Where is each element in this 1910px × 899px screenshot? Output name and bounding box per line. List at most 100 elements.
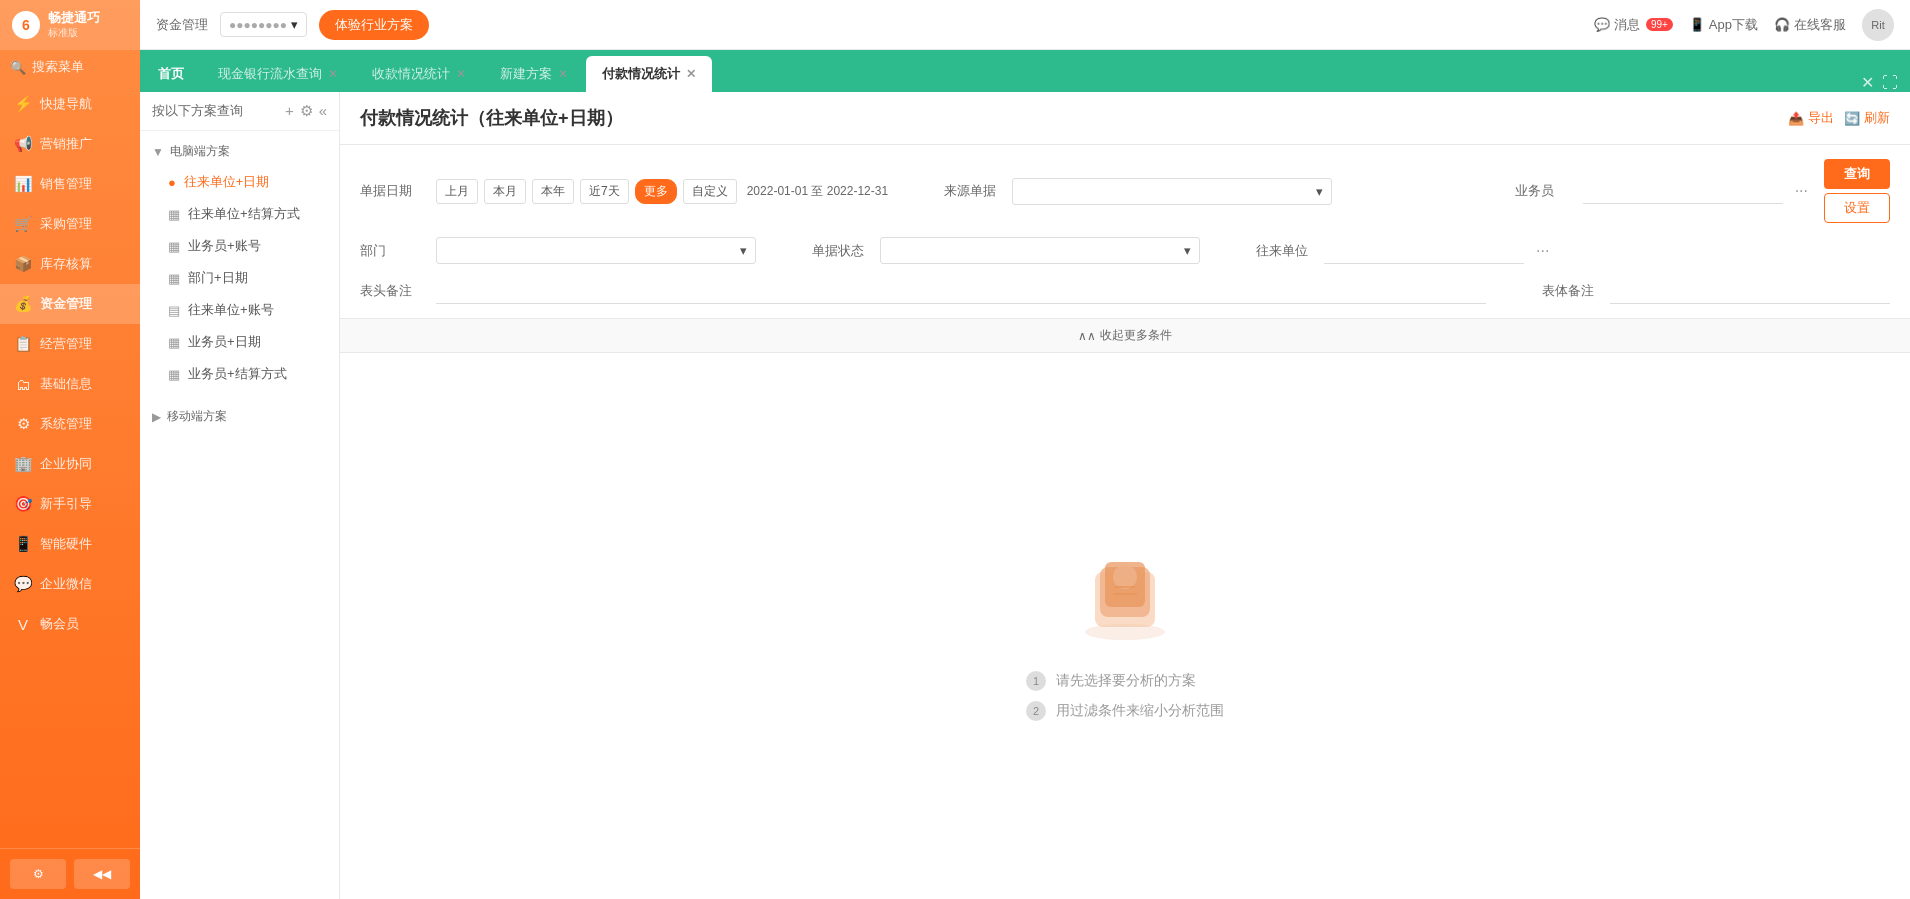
sidebar-item-weixin[interactable]: 💬 企业微信 xyxy=(0,564,140,604)
sidebar-item-inventory[interactable]: 📦 库存核算 xyxy=(0,244,140,284)
breadcrumb: 资金管理 xyxy=(156,16,208,34)
tab-new-scheme-close[interactable]: ✕ xyxy=(558,67,568,81)
tab-new-scheme[interactable]: 新建方案 ✕ xyxy=(484,56,584,92)
trial-btn[interactable]: 体验行业方案 xyxy=(319,10,429,40)
date-opt-7days[interactable]: 近7天 xyxy=(580,179,629,204)
partner-dots-icon[interactable]: ··· xyxy=(1536,242,1549,260)
scheme-item-partner-settle[interactable]: ▦ 往来单位+结算方式 xyxy=(140,198,339,230)
tab-receipt-stats-close[interactable]: ✕ xyxy=(456,67,466,81)
dept-select[interactable]: ▾ xyxy=(436,237,756,264)
sidebar-item-system[interactable]: ⚙ 系统管理 xyxy=(0,404,140,444)
sidebar-search[interactable]: 🔍 搜索菜单 xyxy=(0,50,140,84)
sidebar-item-label: 销售管理 xyxy=(40,175,92,193)
tab-home-label: 首页 xyxy=(158,65,184,83)
tab-bank-flow[interactable]: 现金银行流水查询 ✕ xyxy=(202,56,354,92)
sidebar-item-guide[interactable]: 🎯 新手引导 xyxy=(0,484,140,524)
tab-payment-stats-close[interactable]: ✕ xyxy=(686,67,696,81)
app-download-btn[interactable]: 📱 App下载 xyxy=(1689,16,1758,34)
scheme-item-salesperson-date[interactable]: ▦ 业务员+日期 xyxy=(140,326,339,358)
tab-payment-stats[interactable]: 付款情况统计 ✕ xyxy=(586,56,712,92)
scheme-label-partner-date: 往来单位+日期 xyxy=(184,173,270,191)
salesperson-label: 业务员 xyxy=(1515,182,1575,200)
left-panel-header: 按以下方案查询 + ⚙ « xyxy=(140,92,339,131)
header-note-input[interactable] xyxy=(436,278,1486,304)
body-note-input[interactable] xyxy=(1610,278,1890,304)
date-opt-this-year[interactable]: 本年 xyxy=(532,179,574,204)
date-opt-custom[interactable]: 自定义 xyxy=(683,179,737,204)
member-icon: V xyxy=(14,615,32,633)
left-panel-title: 按以下方案查询 xyxy=(152,102,243,120)
scheme-item-dept-date[interactable]: ▦ 部门+日期 xyxy=(140,262,339,294)
guide-icon: 🎯 xyxy=(14,495,32,513)
sidebar-item-label: 资金管理 xyxy=(40,295,92,313)
service-btn[interactable]: 🎧 在线客服 xyxy=(1774,16,1846,34)
sidebar-settings-btn[interactable]: ⚙ xyxy=(10,859,66,889)
scheme-icon-partner-date: ● xyxy=(168,175,176,190)
system-icon: ⚙ xyxy=(14,415,32,433)
mobile-group-title[interactable]: ▶ 移动端方案 xyxy=(140,402,339,431)
marketing-icon: 📢 xyxy=(14,135,32,153)
scheme-item-partner-account[interactable]: ▤ 往来单位+账号 xyxy=(140,294,339,326)
company-select[interactable]: ●●●●●●●● ▾ xyxy=(220,12,307,37)
quick-nav-icon: ⚡ xyxy=(14,95,32,113)
sidebar-item-operation[interactable]: 📋 经营管理 xyxy=(0,324,140,364)
date-opt-this-month[interactable]: 本月 xyxy=(484,179,526,204)
scheme-icon-partner-settle: ▦ xyxy=(168,207,180,222)
dept-dropdown-icon: ▾ xyxy=(740,243,747,258)
filter-settings-btn[interactable]: 设置 xyxy=(1824,193,1890,223)
sidebar-item-label: 企业协同 xyxy=(40,455,92,473)
scheme-item-salesperson-account[interactable]: ▦ 业务员+账号 xyxy=(140,230,339,262)
scheme-settings-btn[interactable]: ⚙ xyxy=(300,102,313,120)
sidebar-item-basic-info[interactable]: 🗂 基础信息 xyxy=(0,364,140,404)
export-label: 导出 xyxy=(1808,109,1834,127)
refresh-btn[interactable]: 🔄 刷新 xyxy=(1844,109,1890,127)
tab-close-all-icon[interactable]: ✕ xyxy=(1861,73,1874,92)
collapse-bar[interactable]: ∧∧ 收起更多条件 xyxy=(340,318,1910,353)
search-icon: 🔍 xyxy=(10,60,26,75)
basic-info-icon: 🗂 xyxy=(14,375,32,393)
tab-home[interactable]: 首页 xyxy=(142,56,200,92)
mobile-scheme-group: ▶ 移动端方案 xyxy=(140,396,339,437)
user-menu[interactable]: Rit xyxy=(1862,9,1894,41)
scheme-label-salesperson-account: 业务员+账号 xyxy=(188,237,261,255)
sidebar-item-hardware[interactable]: 📱 智能硬件 xyxy=(0,524,140,564)
partner-label: 往来单位 xyxy=(1256,242,1316,260)
scheme-item-partner-date[interactable]: ● 往来单位+日期 xyxy=(140,166,339,198)
tab-bank-flow-close[interactable]: ✕ xyxy=(328,67,338,81)
date-opt-more[interactable]: 更多 xyxy=(635,179,677,204)
message-btn[interactable]: 💬 消息 99+ xyxy=(1594,16,1673,34)
hardware-icon: 📱 xyxy=(14,535,32,553)
refresh-label: 刷新 xyxy=(1864,109,1890,127)
date-opt-last-month[interactable]: 上月 xyxy=(436,179,478,204)
export-btn[interactable]: 📤 导出 xyxy=(1788,109,1834,127)
tab-expand-icon[interactable]: ⛶ xyxy=(1882,74,1898,92)
desktop-group-title[interactable]: ▼ 电脑端方案 xyxy=(140,137,339,166)
service-label: 在线客服 xyxy=(1794,16,1846,34)
sidebar-item-sales[interactable]: 📊 销售管理 xyxy=(0,164,140,204)
sidebar-item-purchase[interactable]: 🛒 采购管理 xyxy=(0,204,140,244)
scheme-item-salesperson-settle[interactable]: ▦ 业务员+结算方式 xyxy=(140,358,339,390)
source-select[interactable]: ▾ xyxy=(1012,178,1332,205)
doc-status-select[interactable]: ▾ xyxy=(880,237,1200,264)
refresh-icon: 🔄 xyxy=(1844,111,1860,126)
sidebar-footer: ⚙ ◀◀ xyxy=(0,848,140,899)
sidebar-item-quick-nav[interactable]: ⚡ 快捷导航 xyxy=(0,84,140,124)
panel-collapse-btn[interactable]: « xyxy=(319,102,327,120)
sidebar-item-enterprise[interactable]: 🏢 企业协同 xyxy=(0,444,140,484)
tab-receipt-stats[interactable]: 收款情况统计 ✕ xyxy=(356,56,482,92)
sidebar-item-marketing[interactable]: 📢 营销推广 xyxy=(0,124,140,164)
filter-row-2: 部门 ▾ 单据状态 ▾ 往来单位 xyxy=(360,237,1890,264)
collapse-arrow-icon: ∧∧ xyxy=(1078,329,1096,343)
query-btn[interactable]: 查询 xyxy=(1824,159,1890,189)
salesperson-input[interactable] xyxy=(1583,178,1783,204)
salesperson-dots-icon[interactable]: ··· xyxy=(1795,182,1808,200)
partner-input[interactable] xyxy=(1324,238,1524,264)
sidebar-collapse-btn[interactable]: ◀◀ xyxy=(74,859,130,889)
desktop-scheme-group: ▼ 电脑端方案 ● 往来单位+日期 ▦ 往来单位+结算方式 ▦ 业务员+账号 ▦ xyxy=(140,131,339,396)
sidebar-item-member[interactable]: V 畅会员 xyxy=(0,604,140,644)
sidebar-item-capital[interactable]: 💰 资金管理 xyxy=(0,284,140,324)
dept-label: 部门 xyxy=(360,242,420,260)
header-note-label: 表头备注 xyxy=(360,282,420,300)
add-scheme-btn[interactable]: + xyxy=(285,102,294,120)
dropdown-arrow-icon: ▾ xyxy=(291,17,298,32)
